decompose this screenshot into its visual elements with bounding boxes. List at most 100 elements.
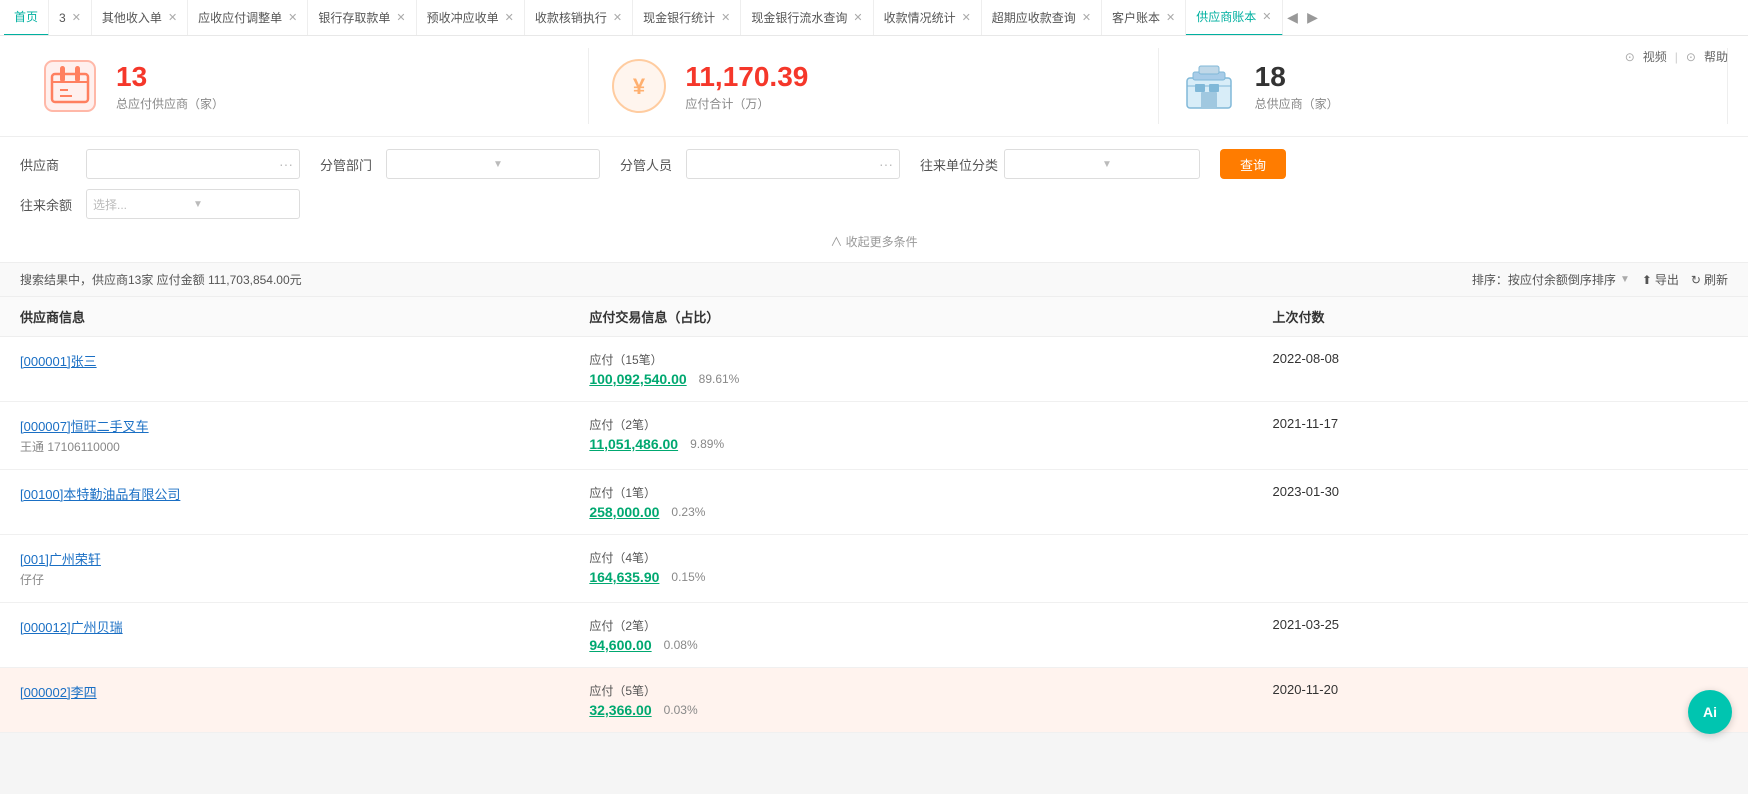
person-dots-icon[interactable]: ··· xyxy=(879,156,893,172)
nav-tab-cash-bank-stat[interactable]: 现金银行统计 ✕ xyxy=(633,0,741,36)
supplier-input-wrap[interactable]: ··· xyxy=(86,149,300,179)
transaction-cell: 应付（15笔） 100,092,540.00 89.61% xyxy=(589,351,1272,387)
video-link[interactable]: 视频 xyxy=(1643,48,1667,65)
collapse-label: 收起更多条件 xyxy=(846,235,918,249)
close-icon[interactable]: ✕ xyxy=(1262,10,1271,23)
supplier-info-cell: [00100]本特勤油品有限公司 xyxy=(20,484,589,503)
table-row[interactable]: [001]广州荣轩 仔仔 应付（4笔） 164,635.90 0.15% xyxy=(0,535,1748,603)
supplier-link[interactable]: [000007]恒旺二手叉车 xyxy=(20,419,149,434)
supplier-dots-icon[interactable]: ··· xyxy=(279,156,293,172)
help-link[interactable]: 帮助 xyxy=(1704,48,1728,65)
nav-tab-receipt-stat[interactable]: 收款情况统计 ✕ xyxy=(874,0,982,36)
table-row[interactable]: [00100]本特勤油品有限公司 应付（1笔） 258,000.00 0.23%… xyxy=(0,470,1748,535)
close-icon[interactable]: ✕ xyxy=(962,11,971,24)
trans-amount[interactable]: 32,366.00 xyxy=(589,702,651,718)
nav-tab-customer-ledger[interactable]: 客户账本 ✕ xyxy=(1102,0,1186,36)
nav-tab-ar-ap-adjust[interactable]: 应收应付调整单 ✕ xyxy=(188,0,308,36)
close-icon[interactable]: ✕ xyxy=(721,11,730,24)
close-icon[interactable]: ✕ xyxy=(168,11,177,24)
person-input[interactable] xyxy=(693,157,879,171)
last-pay-cell: 2021-11-17 xyxy=(1273,416,1728,431)
nav-tab-cash-bank-flow[interactable]: 现金银行流水查询 ✕ xyxy=(741,0,873,36)
unit-type-select[interactable]: ▼ xyxy=(1004,149,1200,179)
trans-amount[interactable]: 164,635.90 xyxy=(589,569,659,585)
balance-chevron-down-icon: ▼ xyxy=(193,199,293,210)
payable-suppliers-icon xyxy=(40,56,100,116)
close-icon[interactable]: ✕ xyxy=(1082,11,1091,24)
close-icon[interactable]: ✕ xyxy=(288,11,297,24)
supplier-link[interactable]: [00100]本特勤油品有限公司 xyxy=(20,487,180,502)
dept-select[interactable]: ▼ xyxy=(386,149,600,179)
last-pay-date: 2020-11-20 xyxy=(1273,668,1339,697)
trans-label: 应付（2笔） xyxy=(589,617,1272,634)
nav-tab-receipt-exec[interactable]: 收款核销执行 ✕ xyxy=(525,0,633,36)
payable-suppliers-label: 总应付供应商（家） xyxy=(116,95,568,112)
trans-amount[interactable]: 94,600.00 xyxy=(589,637,651,653)
supplier-link[interactable]: [000001]张三 xyxy=(20,354,97,369)
close-icon[interactable]: ✕ xyxy=(505,11,514,24)
ai-assistant-button[interactable]: Ai xyxy=(1688,690,1732,734)
sort-select[interactable]: 排序：按应付余额倒序排序 ▼ xyxy=(1472,271,1630,288)
refresh-icon: ↻ xyxy=(1691,273,1701,287)
trans-amount[interactable]: 258,000.00 xyxy=(589,504,659,520)
help-area: ⊙ 视频 | ⊙ 帮助 xyxy=(1625,48,1728,65)
sort-area: 排序：按应付余额倒序排序 ▼ ⬆ 导出 ↻ 刷新 xyxy=(1472,271,1728,288)
last-pay-date: 2021-03-25 xyxy=(1273,603,1340,632)
supplier-sub: 王通 17106110000 xyxy=(20,438,589,455)
table-row[interactable]: [000012]广州贝瑞 应付（2笔） 94,600.00 0.08% 2021… xyxy=(0,603,1748,668)
supplier-link[interactable]: [000012]广州贝瑞 xyxy=(20,620,123,635)
nav-tab-overdue-ar[interactable]: 超期应收款查询 ✕ xyxy=(982,0,1102,36)
table-row[interactable]: [000007]恒旺二手叉车 王通 17106110000 应付（2笔） 11,… xyxy=(0,402,1748,470)
nav-tab-other-income[interactable]: 其他收入单 ✕ xyxy=(92,0,188,36)
trans-percent: 89.61% xyxy=(699,372,740,386)
supplier-link[interactable]: [001]广州荣轩 xyxy=(20,552,101,567)
result-text: 搜索结果中，供应商13家 应付金额 111,703,854.00元 xyxy=(20,271,302,288)
close-icon[interactable]: ✕ xyxy=(1166,11,1175,24)
filter-dept: 分管部门 ▼ xyxy=(320,149,600,179)
nav-prev-arrow[interactable]: ◀ xyxy=(1283,0,1303,36)
dept-filter-label: 分管部门 xyxy=(320,155,380,174)
transaction-cell: 应付（5笔） 32,366.00 0.03% xyxy=(589,682,1272,718)
svg-text:¥: ¥ xyxy=(633,74,646,99)
nav-tab-bank-deposit[interactable]: 银行存取款单 ✕ xyxy=(308,0,416,36)
trans-label: 应付（4笔） xyxy=(589,549,1272,566)
supplier-link[interactable]: [000002]李四 xyxy=(20,685,97,700)
close-icon[interactable]: ✕ xyxy=(72,11,81,24)
supplier-info-cell: [000001]张三 xyxy=(20,351,589,370)
filter-unit-type: 往来单位分类 ▼ xyxy=(920,149,1200,179)
table-row[interactable]: [000001]张三 应付（15笔） 100,092,540.00 89.61%… xyxy=(0,337,1748,402)
trans-label: 应付（15笔） xyxy=(589,351,1272,368)
refresh-button[interactable]: ↻ 刷新 xyxy=(1691,271,1728,288)
nav-next-arrow[interactable]: ▶ xyxy=(1303,0,1323,36)
last-pay-cell: 2023-01-30 xyxy=(1273,484,1728,499)
table-body: [000001]张三 应付（15笔） 100,092,540.00 89.61%… xyxy=(0,337,1748,733)
balance-select[interactable]: 选择... ▼ xyxy=(86,189,300,219)
export-button[interactable]: ⬆ 导出 xyxy=(1642,271,1679,288)
filter-supplier: 供应商 ··· xyxy=(20,149,300,179)
payable-amount-label: 应付合计（万） xyxy=(685,95,1137,112)
trans-amount[interactable]: 100,092,540.00 xyxy=(589,371,686,387)
trans-amount[interactable]: 11,051,486.00 xyxy=(589,436,678,452)
search-button[interactable]: 查询 xyxy=(1220,149,1286,179)
nav-tab-home[interactable]: 首页 xyxy=(4,0,49,36)
close-icon[interactable]: ✕ xyxy=(613,11,622,24)
collapse-bar[interactable]: ∧ 收起更多条件 xyxy=(20,229,1728,254)
table-row[interactable]: [000002]李四 应付（5笔） 32,366.00 0.03% 2020-1… xyxy=(0,668,1748,733)
supplier-info-cell: [000012]广州贝瑞 xyxy=(20,617,589,636)
close-icon[interactable]: ✕ xyxy=(396,11,405,24)
filter-person: 分管人员 ··· xyxy=(620,149,900,179)
supplier-input[interactable] xyxy=(93,157,279,171)
total-suppliers-text: 18 总供应商（家） xyxy=(1255,60,1707,113)
transaction-cell: 应付（2笔） 11,051,486.00 9.89% xyxy=(589,416,1272,452)
close-icon[interactable]: ✕ xyxy=(853,11,862,24)
person-input-wrap[interactable]: ··· xyxy=(686,149,900,179)
filter-row-2: 往来余额 选择... ▼ xyxy=(20,189,1728,219)
last-pay-date: 2021-11-17 xyxy=(1273,402,1339,431)
unit-type-filter-label: 往来单位分类 xyxy=(920,155,998,174)
nav-tab-prepay-offset[interactable]: 预收冲应收单 ✕ xyxy=(417,0,525,36)
nav-tab-3[interactable]: 3 ✕ xyxy=(49,0,92,36)
last-pay-date: 2023-01-30 xyxy=(1273,470,1340,499)
filter-area: 供应商 ··· 分管部门 ▼ 分管人员 ··· 往来单位分类 xyxy=(0,137,1748,263)
nav-tab-supplier-ledger[interactable]: 供应商账本 ✕ xyxy=(1186,0,1282,36)
summary-area: 13 总应付供应商（家） ¥ 11,170.39 应付合计（万） xyxy=(0,36,1748,137)
